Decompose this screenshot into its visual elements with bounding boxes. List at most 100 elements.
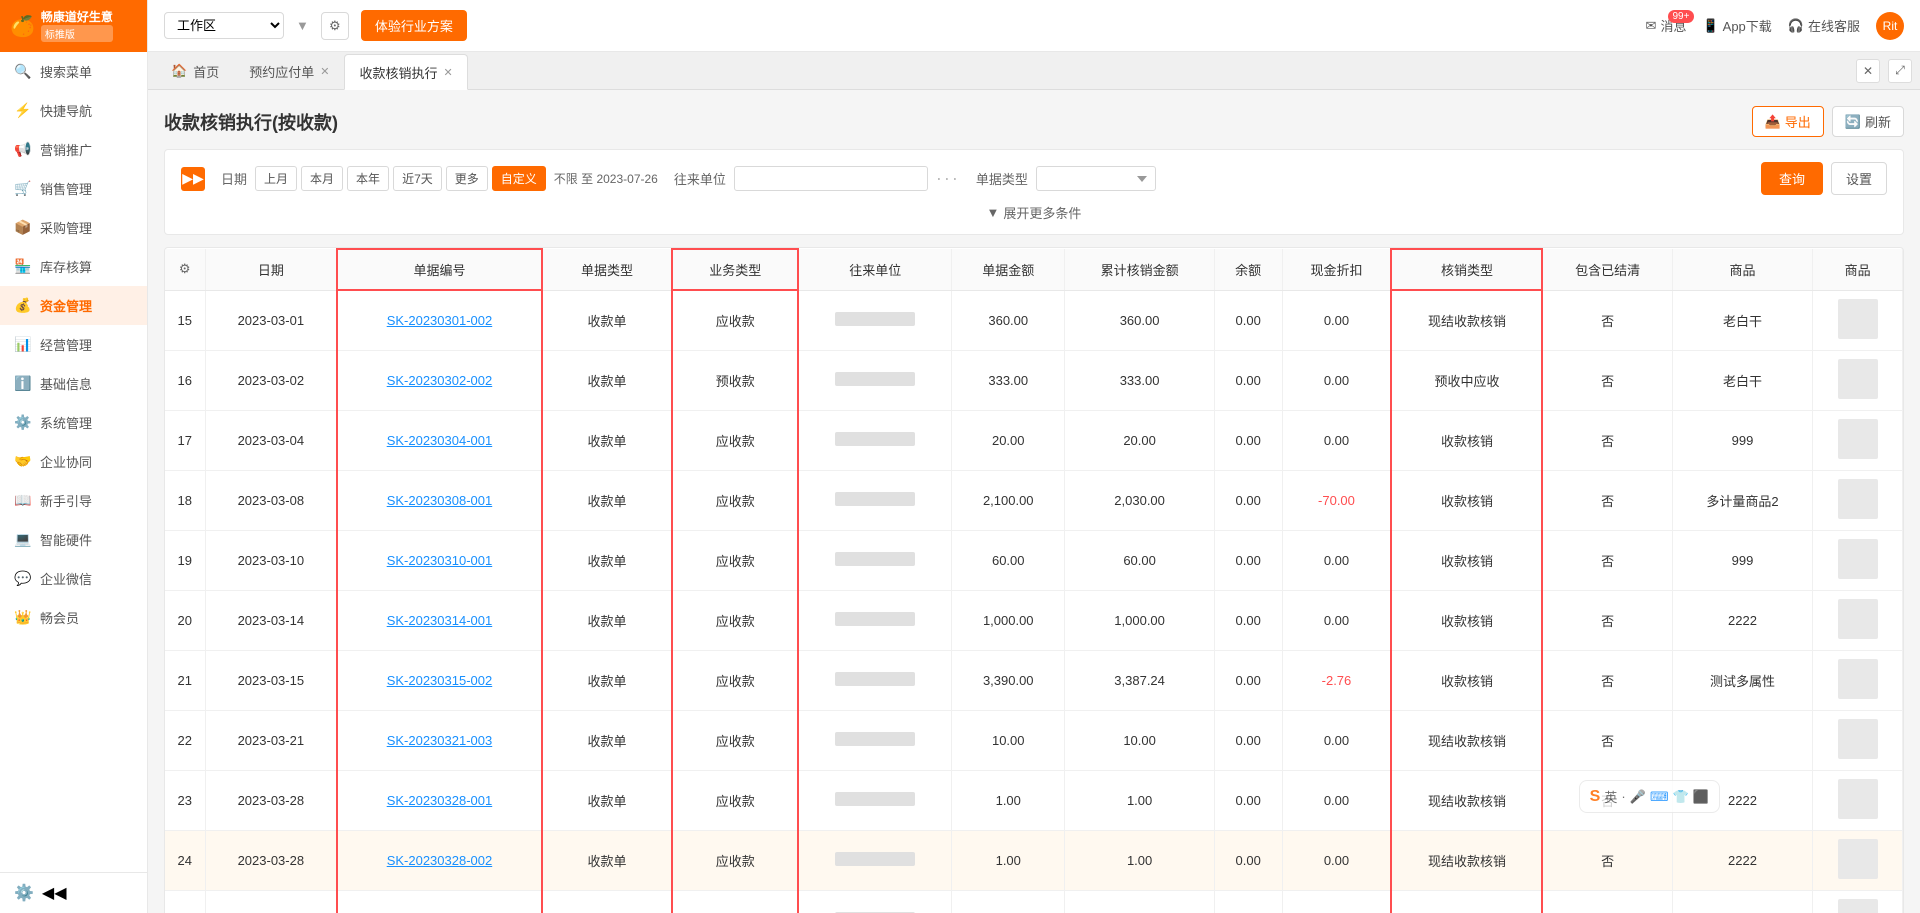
online-service-button[interactable]: 🎧 在线客服 [1788,16,1860,35]
filter-this-month[interactable]: 本月 [301,166,343,191]
sidebar-icon-6: 💰 [14,297,32,314]
col-doctype-header[interactable]: 单据类型 [542,249,673,290]
sidebar-icon-5: 🏪 [14,258,32,275]
partner-input[interactable] [734,166,928,191]
col-product2-header[interactable]: 商品 [1813,249,1903,290]
sidebar-item-5[interactable]: 🏪库存核算 [0,247,147,286]
cell-settled: 否 [1542,830,1672,890]
tab-prepay[interactable]: 预约应付单 ✕ [234,52,344,90]
cell-biztype: 应收款 [672,770,798,830]
sidebar-item-12[interactable]: 💻智能硬件 [0,520,147,559]
col-discount-header[interactable]: 现金折扣 [1282,249,1391,290]
doc-link[interactable]: SK-20230328-002 [387,853,493,868]
col-partner-header[interactable]: 往来单位 [798,249,951,290]
solution-button[interactable]: 体验行业方案 [361,10,467,41]
doc-link[interactable]: SK-20230301-002 [387,313,493,328]
doc-link[interactable]: SK-20230315-002 [387,673,493,688]
main-area: 工作区 ▼ ⚙ 体验行业方案 ✉ 消息 99+ 📱 App下载 🎧 在线客服 R… [148,0,1920,913]
tab-close-prepay[interactable]: ✕ [320,65,329,78]
tab-home[interactable]: 🏠 首页 [156,52,234,90]
export-button[interactable]: 📤 导出 [1752,106,1824,137]
cell-balance: 0.00 [1214,650,1282,710]
settings-icon[interactable]: ⚙️ [14,883,34,903]
sidebar-item-1[interactable]: ⚡快捷导航 [0,91,147,130]
col-docno-header[interactable]: 单据编号 [337,249,542,290]
cell-discount: -2.76 [1282,650,1391,710]
sidebar-item-11[interactable]: 📖新手引导 [0,481,147,520]
doc-link[interactable]: SK-20230304-001 [387,433,493,448]
refresh-button[interactable]: 🔄 刷新 [1832,106,1904,137]
workspace-select[interactable]: 工作区 [164,12,284,39]
sidebar-item-2[interactable]: 📢营销推广 [0,130,147,169]
sidebar-item-3[interactable]: 🛒销售管理 [0,169,147,208]
cell-discount: 0.00 [1282,770,1391,830]
col-cancelamt-header[interactable]: 累计核销金额 [1065,249,1215,290]
cell-product1: 2222 [1672,830,1812,890]
cell-doctype: 收款单 [542,290,673,350]
sidebar-item-14[interactable]: 👑畅会员 [0,598,147,637]
cell-discount: 0.00 [1282,350,1391,410]
sidebar-item-6[interactable]: 💰资金管理 [0,286,147,325]
col-settled-header[interactable]: 包含已结清 [1542,249,1672,290]
sidebar-item-10[interactable]: 🤝企业协同 [0,442,147,481]
doc-link[interactable]: SK-20230328-001 [387,793,493,808]
sidebar-item-8[interactable]: ℹ️基础信息 [0,364,147,403]
col-biztype-header[interactable]: 业务类型 [672,249,798,290]
col-product1-header[interactable]: 商品 [1672,249,1812,290]
sidebar-item-9[interactable]: ⚙️系统管理 [0,403,147,442]
filter-doctype-group: 单据类型 [976,166,1156,191]
cell-doctype: 收款单 [542,530,673,590]
doc-link[interactable]: SK-20230308-001 [387,493,493,508]
cell-doctype: 收款单 [542,590,673,650]
query-button[interactable]: 查询 [1761,162,1823,195]
cell-amount: -2,430.00 [952,890,1065,913]
cell-cancel-amount: 360.00 [1065,290,1215,350]
app-download-button[interactable]: 📱 App下载 [1702,16,1771,35]
filter-custom-date[interactable]: 自定义 [492,166,546,191]
cell-biztype: 应收款 [672,590,798,650]
topbar: 工作区 ▼ ⚙ 体验行业方案 ✉ 消息 99+ 📱 App下载 🎧 在线客服 R… [148,0,1920,52]
tab-close-all-button[interactable]: ✕ [1856,59,1880,83]
filter-more-date[interactable]: 更多 [446,166,488,191]
cell-settled: 否 [1542,530,1672,590]
filter-last-month[interactable]: 上月 [255,166,297,191]
column-settings-icon[interactable]: ⚙ [179,261,191,276]
cell-docno: SK-20230302-002 [337,350,542,410]
filter-expand-button[interactable]: ▼ 展开更多条件 [181,195,1887,222]
sidebar-item-4[interactable]: 📦采购管理 [0,208,147,247]
col-canceltype-header[interactable]: 核销类型 [1391,249,1542,290]
cell-biztype: 应收款 [672,650,798,710]
doctype-select[interactable] [1036,166,1156,191]
sidebar-item-0[interactable]: 🔍搜索菜单 [0,52,147,91]
sidebar-icon-2: 📢 [14,141,32,158]
col-amount-header[interactable]: 单据金额 [952,249,1065,290]
filter-last-7days[interactable]: 近7天 [393,166,442,191]
col-date-header[interactable]: 日期 [205,249,337,290]
tab-expand-button[interactable]: ⤢ [1888,59,1912,83]
sidebar-item-7[interactable]: 📊经营管理 [0,325,147,364]
tab-collection[interactable]: 收款核销执行 ✕ [344,54,467,90]
doc-link[interactable]: SK-20230321-003 [387,733,493,748]
cell-product1: 老白干 [1672,290,1812,350]
cell-cancel-amount: 3,387.24 [1065,650,1215,710]
doc-link[interactable]: SK-20230310-001 [387,553,493,568]
doc-link[interactable]: SK-20230302-002 [387,373,493,388]
cell-product2 [1813,590,1903,650]
filter-this-year[interactable]: 本年 [347,166,389,191]
sidebar-icon-9: ⚙️ [14,414,32,431]
cell-partner [798,710,951,770]
cell-no: 21 [165,650,205,710]
sidebar-item-13[interactable]: 💬企业微信 [0,559,147,598]
settings-button[interactable]: 设置 [1831,162,1887,195]
cell-balance: 0.00 [1214,410,1282,470]
doc-link[interactable]: SK-20230314-001 [387,613,493,628]
messages-button[interactable]: ✉ 消息 99+ [1646,16,1687,35]
tab-close-collection[interactable]: ✕ [443,66,452,79]
cell-doctype: 收款单 [542,350,673,410]
col-balance-header[interactable]: 余额 [1214,249,1282,290]
filter-toggle-button[interactable]: ▶▶ [181,167,205,191]
user-avatar[interactable]: Rit [1876,12,1904,40]
collapse-icon[interactable]: ◀◀ [42,883,67,903]
cell-settled: 否 [1542,350,1672,410]
gear-icon[interactable]: ⚙ [321,12,349,40]
